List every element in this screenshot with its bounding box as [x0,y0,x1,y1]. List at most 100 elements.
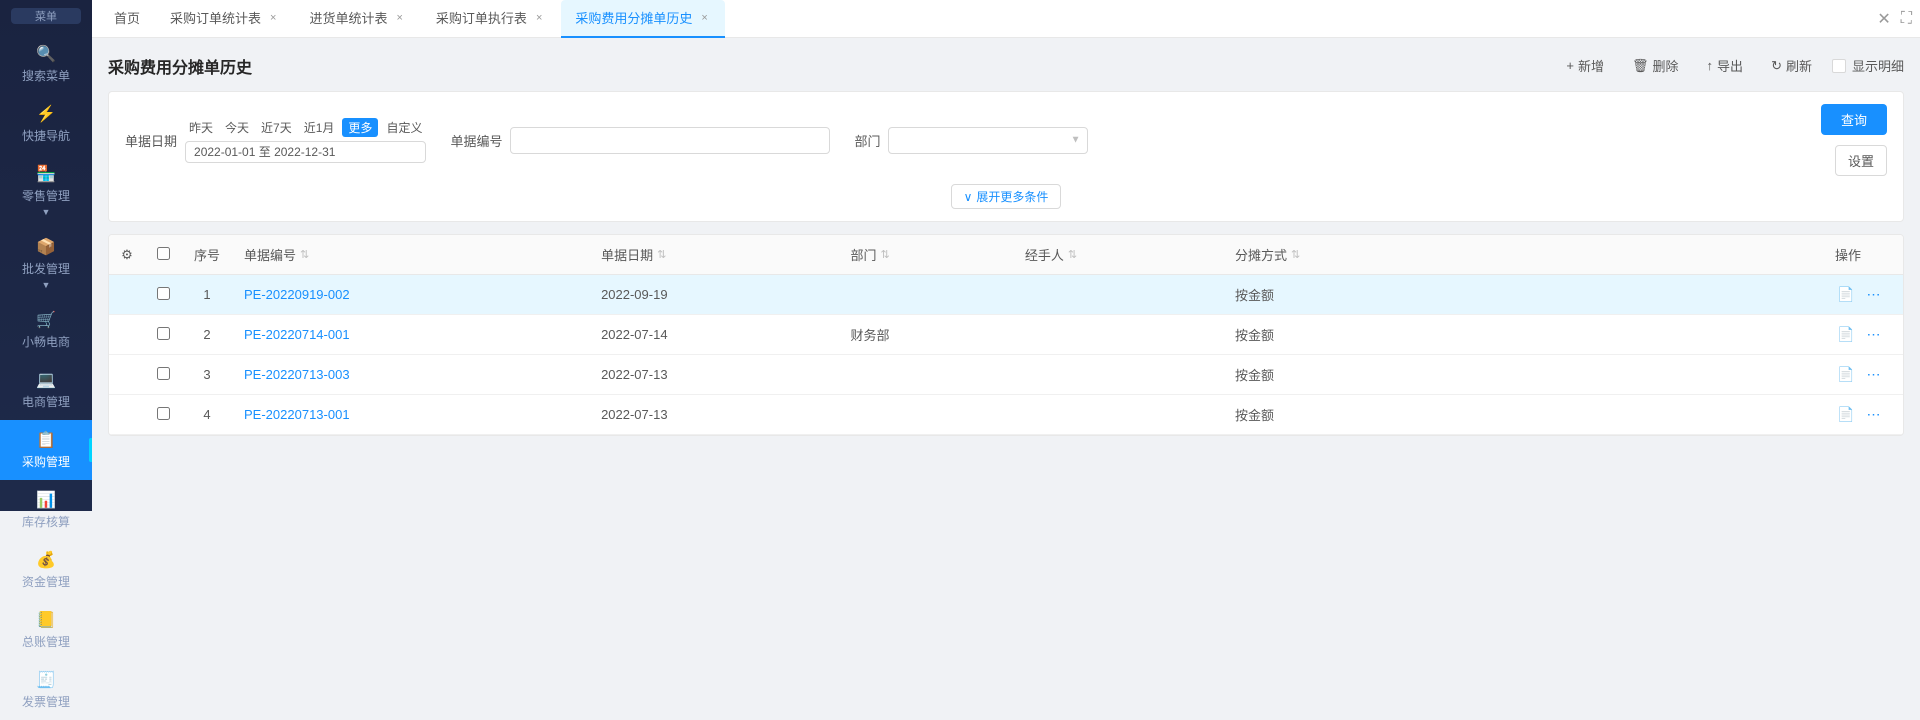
refresh-button[interactable]: ↻ 刷新 [1763,52,1820,79]
row-checkbox[interactable] [157,287,170,300]
dept-select[interactable]: 财务部 [888,127,1088,154]
select-all-checkbox[interactable] [157,247,170,260]
td-checkbox[interactable] [145,395,182,435]
finance-icon: 💰 [36,550,56,570]
refresh-icon: ↻ [1771,58,1782,74]
tab-purchase-cost[interactable]: 采购费用分摊单历史 × [561,0,724,38]
action-icons: 📄 ⋯ [1835,404,1891,425]
sidebar-item-accounting[interactable]: 📒 总账管理 [0,600,92,660]
doc-no-input[interactable] [510,127,830,154]
td-doc-no[interactable]: PE-20220713-003 [232,355,589,395]
tab-purchase-summary-label: 采购订单统计表 [170,8,261,27]
td-no: 4 [182,395,232,435]
more-action-icon[interactable]: ⋯ [1864,404,1882,425]
date-range-input[interactable] [185,141,426,163]
row-checkbox[interactable] [157,407,170,420]
more-action-icon[interactable]: ⋯ [1864,284,1882,305]
td-checkbox[interactable] [145,355,182,395]
th-dept[interactable]: 部门 ⇅ [839,235,1013,275]
doc-no-link[interactable]: PE-20220713-001 [244,407,350,422]
date-custom-btn[interactable]: 自定义 [382,118,426,137]
retail-icon: 🏪 [36,164,56,184]
tab-close-all-icon[interactable]: ✕ [1877,9,1890,29]
td-dept [839,395,1013,435]
display-checkbox[interactable] [1832,59,1846,73]
display-toggle[interactable]: 显示明细 [1832,56,1904,75]
doc-date-sort-icon[interactable]: ⇅ [657,248,666,261]
sidebar-item-purchase[interactable]: 📋 采购管理 [0,420,92,480]
tab-purchase-exec[interactable]: 采购订单执行表 × [422,0,559,38]
th-doc-no[interactable]: 单据编号 ⇅ [232,235,589,275]
th-split-method[interactable]: 分摊方式 ⇅ [1223,235,1823,275]
sidebar-item-search[interactable]: 🔍 搜索菜单 [0,34,92,94]
export-button[interactable]: ↑ 导出 [1699,52,1752,79]
delete-button[interactable]: 🗑 删除 [1624,52,1687,79]
query-button[interactable]: 查询 [1821,104,1887,135]
date-1month-btn[interactable]: 近1月 [300,118,339,137]
td-checkbox[interactable] [145,275,182,315]
tab-purchase-cost-close[interactable]: × [698,11,710,25]
handler-sort-icon[interactable]: ⇅ [1068,248,1077,261]
td-doc-no[interactable]: PE-20220713-001 [232,395,589,435]
sidebar-item-wholesale[interactable]: 📦 批发管理 ▼ [0,227,92,300]
doc-no-link[interactable]: PE-20220714-001 [244,327,350,342]
date-7days-btn[interactable]: 近7天 [257,118,296,137]
expand-button[interactable]: ∨ 展开更多条件 [951,184,1062,209]
date-more-btn[interactable]: 更多 [342,118,378,137]
view-icon[interactable]: 📄 [1835,284,1856,305]
view-icon[interactable]: 📄 [1835,324,1856,345]
date-today-btn[interactable]: 今天 [221,118,253,137]
td-doc-no[interactable]: PE-20220919-002 [232,275,589,315]
td-no: 1 [182,275,232,315]
row-checkbox[interactable] [157,367,170,380]
tab-home[interactable]: 首页 [100,0,154,38]
sidebar-item-ecommerce[interactable]: 💻 电商管理 [0,360,92,420]
sidebar-item-finance[interactable]: 💰 资金管理 [0,540,92,600]
tab-purchase-summary-close[interactable]: × [267,11,279,25]
sidebar-item-inventory[interactable]: 📊 库存核算 [0,480,92,540]
tab-fullscreen-icon[interactable]: ⛶ [1901,10,1912,28]
th-action: 操作 [1823,235,1903,275]
tab-bar-actions: ✕ ⛶ [1877,9,1912,29]
tab-incoming-summary-close[interactable]: × [393,11,405,25]
dept-sort-icon[interactable]: ⇅ [881,248,890,261]
tab-incoming-summary[interactable]: 进货单统计表 × [295,0,419,38]
tab-purchase-cost-label: 采购费用分摊单历史 [575,8,692,27]
td-checkbox[interactable] [145,315,182,355]
settings-button[interactable]: 设置 [1835,145,1887,176]
wholesale-icon: 📦 [36,237,56,257]
td-action: 📄 ⋯ [1823,315,1903,355]
tab-purchase-exec-close[interactable]: × [533,11,545,25]
th-checkbox[interactable] [145,235,182,275]
date-yesterday-btn[interactable]: 昨天 [185,118,217,137]
sidebar-item-search-label: 搜索菜单 [22,67,70,84]
doc-no-link[interactable]: PE-20220919-002 [244,287,350,302]
tab-purchase-summary[interactable]: 采购订单统计表 × [156,0,293,38]
sidebar-item-retail[interactable]: 🏪 零售管理 ▼ [0,154,92,227]
sidebar-item-quick-nav[interactable]: ⚡ 快捷导航 [0,94,92,154]
td-doc-date: 2022-07-13 [589,355,838,395]
row-checkbox[interactable] [157,327,170,340]
td-settings [109,355,145,395]
dept-label: 部门 [854,131,880,150]
ecommerce-icon: 💻 [36,370,56,390]
add-button[interactable]: + 新增 [1558,52,1612,79]
view-icon[interactable]: 📄 [1835,404,1856,425]
more-action-icon[interactable]: ⋯ [1864,324,1882,345]
th-settings[interactable]: ⚙ [109,235,145,275]
th-doc-date[interactable]: 单据日期 ⇅ [589,235,838,275]
th-handler[interactable]: 经手人 ⇅ [1013,235,1223,275]
td-settings [109,315,145,355]
sidebar-item-mini-shop[interactable]: 🛒 小畅电商 [0,300,92,360]
doc-no-sort-icon[interactable]: ⇅ [300,248,309,261]
tab-incoming-summary-label: 进货单统计表 [309,8,387,27]
view-icon[interactable]: 📄 [1835,364,1856,385]
doc-no-link[interactable]: PE-20220713-003 [244,367,350,382]
sidebar-item-invoice[interactable]: 🧾 发票管理 [0,660,92,720]
wholesale-arrow-icon: ▼ [42,280,51,290]
more-action-icon[interactable]: ⋯ [1864,364,1882,385]
split-method-sort-icon[interactable]: ⇅ [1291,248,1300,261]
td-doc-no[interactable]: PE-20220714-001 [232,315,589,355]
dept-filter-group: 部门 财务部 ▼ [854,127,1088,154]
tab-bar: 首页 采购订单统计表 × 进货单统计表 × 采购订单执行表 × 采购费用分摊单历… [92,0,1920,38]
